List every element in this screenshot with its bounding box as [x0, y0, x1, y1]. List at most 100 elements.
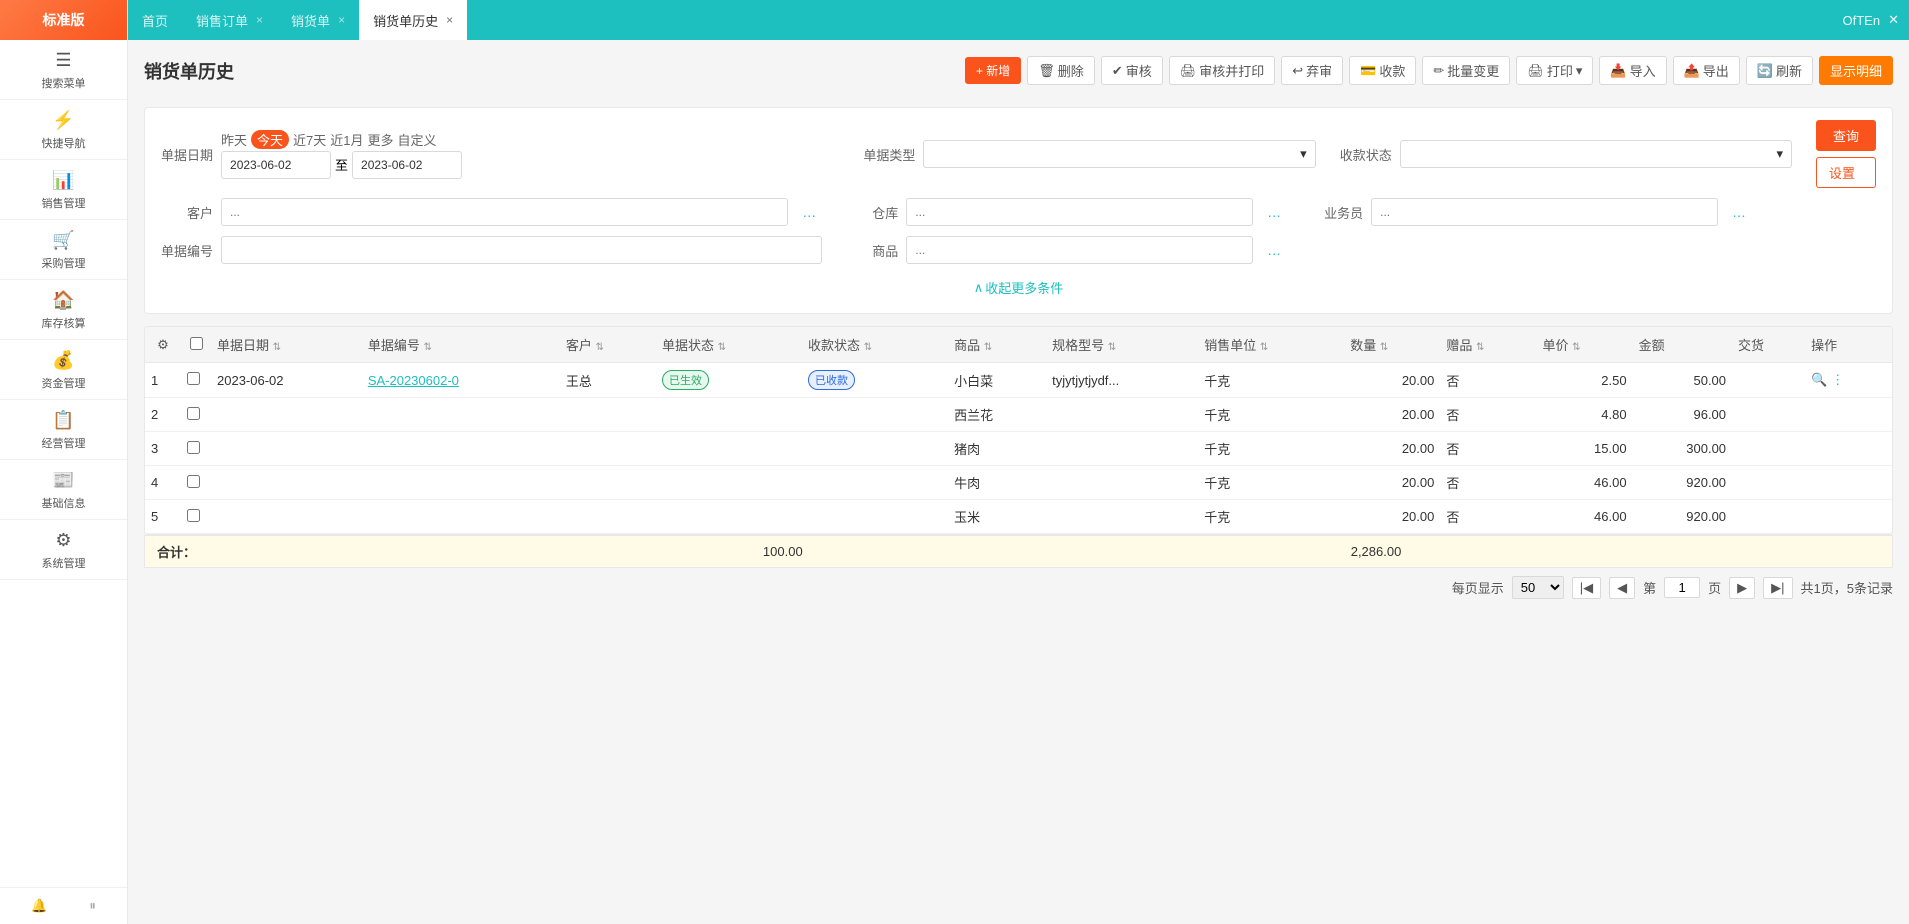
- cell-doc-no[interactable]: [362, 466, 560, 500]
- sidebar-item-finance[interactable]: 💰 资金管理: [0, 340, 127, 400]
- audit-print-button[interactable]: 🖨 审核并打印: [1169, 56, 1276, 85]
- warehouse-ellipsis-btn[interactable]: …: [1261, 202, 1287, 222]
- cell-action[interactable]: [1805, 398, 1892, 432]
- cell-action[interactable]: [1805, 466, 1892, 500]
- cell-action[interactable]: [1805, 432, 1892, 466]
- tab-delivery-close[interactable]: ×: [338, 13, 345, 27]
- sidebar-bottom-icon2[interactable]: ⏸: [89, 898, 96, 914]
- setting-button[interactable]: 设置: [1816, 157, 1876, 188]
- date-from-input[interactable]: [221, 151, 331, 179]
- row-checkbox[interactable]: [181, 363, 211, 398]
- sort-receive-status-icon[interactable]: ⇅: [864, 342, 872, 353]
- sort-gift-icon[interactable]: ⇅: [1476, 342, 1484, 353]
- cell-doc-no[interactable]: [362, 398, 560, 432]
- new-button[interactable]: + 新增: [965, 57, 1021, 84]
- warehouse-input[interactable]: [906, 198, 1253, 226]
- print-button[interactable]: 🖨 打印 ▾: [1516, 56, 1593, 85]
- col-transaction: 交货: [1732, 327, 1805, 363]
- settings-icon[interactable]: ⚙: [157, 337, 169, 352]
- receive-button[interactable]: 💳 收款: [1349, 56, 1416, 85]
- cell-action[interactable]: [1805, 500, 1892, 534]
- cell-doc-no[interactable]: [362, 500, 560, 534]
- row-checkbox-input[interactable]: [187, 407, 200, 420]
- sort-goods-icon[interactable]: ⇅: [984, 342, 992, 353]
- import-button[interactable]: 📥 导入: [1599, 56, 1666, 85]
- sidebar-item-operation[interactable]: 📋 经营管理: [0, 400, 127, 460]
- row-checkbox[interactable]: [181, 398, 211, 432]
- col-checkbox[interactable]: [181, 327, 211, 363]
- row-checkbox-input[interactable]: [187, 509, 200, 522]
- tab-sales-order-close[interactable]: ×: [256, 13, 263, 27]
- date-shortcut-yesterday[interactable]: 昨天: [221, 130, 247, 149]
- audit-button[interactable]: ✔ 审核: [1101, 56, 1163, 85]
- abandon-button[interactable]: ↩ 弃审: [1281, 56, 1343, 85]
- sort-doc-no-icon[interactable]: ⇅: [423, 342, 431, 353]
- cell-doc-no[interactable]: [362, 432, 560, 466]
- date-shortcut-today[interactable]: 今天: [251, 130, 289, 149]
- batch-change-button[interactable]: ✏ 批量变更: [1422, 56, 1510, 85]
- table-row: 3猪肉千克20.00否15.00300.00: [145, 432, 1892, 466]
- staff-ellipsis-btn[interactable]: …: [1726, 202, 1752, 222]
- refresh-button[interactable]: 🔄 刷新: [1746, 56, 1813, 85]
- sort-price-icon[interactable]: ⇅: [1572, 342, 1580, 353]
- row-checkbox[interactable]: [181, 500, 211, 534]
- sidebar-item-search-menu[interactable]: ☰ 搜索菜单: [0, 40, 127, 100]
- tab-home[interactable]: 首页: [128, 0, 182, 40]
- sort-customer-icon[interactable]: ⇅: [595, 342, 603, 353]
- first-page-btn[interactable]: |◀: [1572, 577, 1601, 599]
- sort-spec-icon[interactable]: ⇅: [1108, 342, 1116, 353]
- last-page-btn[interactable]: ▶|: [1763, 577, 1792, 599]
- date-shortcut-custom[interactable]: 自定义: [398, 130, 437, 149]
- delete-button[interactable]: 🗑 删除: [1027, 56, 1095, 85]
- customer-input[interactable]: [221, 198, 788, 226]
- tab-delivery[interactable]: 销货单 ×: [277, 0, 359, 40]
- per-page-select[interactable]: 50 100 200: [1512, 576, 1564, 599]
- collapse-button[interactable]: ∧ 收起更多条件: [974, 278, 1064, 297]
- sidebar-item-quick-nav[interactable]: ⚡ 快捷导航: [0, 100, 127, 160]
- date-shortcut-1month[interactable]: 近1月: [330, 130, 363, 149]
- cell-action[interactable]: 🔍⋮: [1805, 363, 1892, 398]
- action-view-icon[interactable]: 🔍: [1811, 372, 1827, 387]
- col-settings[interactable]: ⚙: [145, 327, 181, 363]
- sidebar-item-sys-mgmt[interactable]: ⚙ 系统管理: [0, 520, 127, 580]
- sidebar-item-sales-mgmt[interactable]: 📊 销售管理: [0, 160, 127, 220]
- doc-no-link[interactable]: SA-20230602-0: [368, 373, 459, 388]
- goods-input[interactable]: [906, 236, 1253, 264]
- topbar-close-icon[interactable]: ✕: [1888, 12, 1899, 28]
- sidebar-item-purchase-mgmt[interactable]: 🛒 采购管理: [0, 220, 127, 280]
- staff-input[interactable]: [1371, 198, 1718, 226]
- date-shortcut-more[interactable]: 更多: [368, 130, 394, 149]
- customer-ellipsis-btn[interactable]: …: [796, 202, 822, 222]
- sort-qty-icon[interactable]: ⇅: [1380, 342, 1388, 353]
- show-detail-button[interactable]: 显示明细: [1819, 56, 1893, 85]
- export-button[interactable]: 📤 导出: [1673, 56, 1740, 85]
- query-button[interactable]: 查询: [1816, 120, 1876, 151]
- cell-doc-no[interactable]: SA-20230602-0: [362, 363, 560, 398]
- sidebar-bottom-icon1[interactable]: 🔔: [31, 898, 47, 914]
- docno-input[interactable]: [221, 236, 822, 264]
- row-checkbox-input[interactable]: [187, 372, 200, 385]
- date-shortcut-7days[interactable]: 近7天: [293, 130, 326, 149]
- sidebar-item-basic-info[interactable]: 📰 基础信息: [0, 460, 127, 520]
- row-checkbox-input[interactable]: [187, 475, 200, 488]
- next-page-btn[interactable]: ▶: [1729, 577, 1755, 599]
- action-more-icon[interactable]: ⋮: [1831, 372, 1844, 387]
- date-to-input[interactable]: [352, 151, 462, 179]
- sidebar-item-inventory[interactable]: 🏠 库存核算: [0, 280, 127, 340]
- tab-sales-order[interactable]: 销售订单 ×: [182, 0, 277, 40]
- row-checkbox-input[interactable]: [187, 441, 200, 454]
- goods-ellipsis-btn[interactable]: …: [1261, 240, 1287, 260]
- tab-delivery-history-close[interactable]: ×: [446, 13, 453, 27]
- sort-doc-date-icon[interactable]: ⇅: [273, 342, 281, 353]
- select-all-checkbox[interactable]: [190, 337, 203, 350]
- current-page-input[interactable]: [1664, 577, 1700, 598]
- tab-delivery-history[interactable]: 销货单历史 ×: [359, 0, 467, 40]
- print-dropdown-icon: ▾: [1576, 63, 1583, 79]
- row-checkbox[interactable]: [181, 432, 211, 466]
- doc-type-select[interactable]: ▾: [923, 140, 1315, 168]
- sort-doc-status-icon[interactable]: ⇅: [718, 342, 726, 353]
- prev-page-btn[interactable]: ◀: [1609, 577, 1635, 599]
- receive-status-select[interactable]: ▾: [1400, 140, 1792, 168]
- sort-unit-icon[interactable]: ⇅: [1260, 342, 1268, 353]
- row-checkbox[interactable]: [181, 466, 211, 500]
